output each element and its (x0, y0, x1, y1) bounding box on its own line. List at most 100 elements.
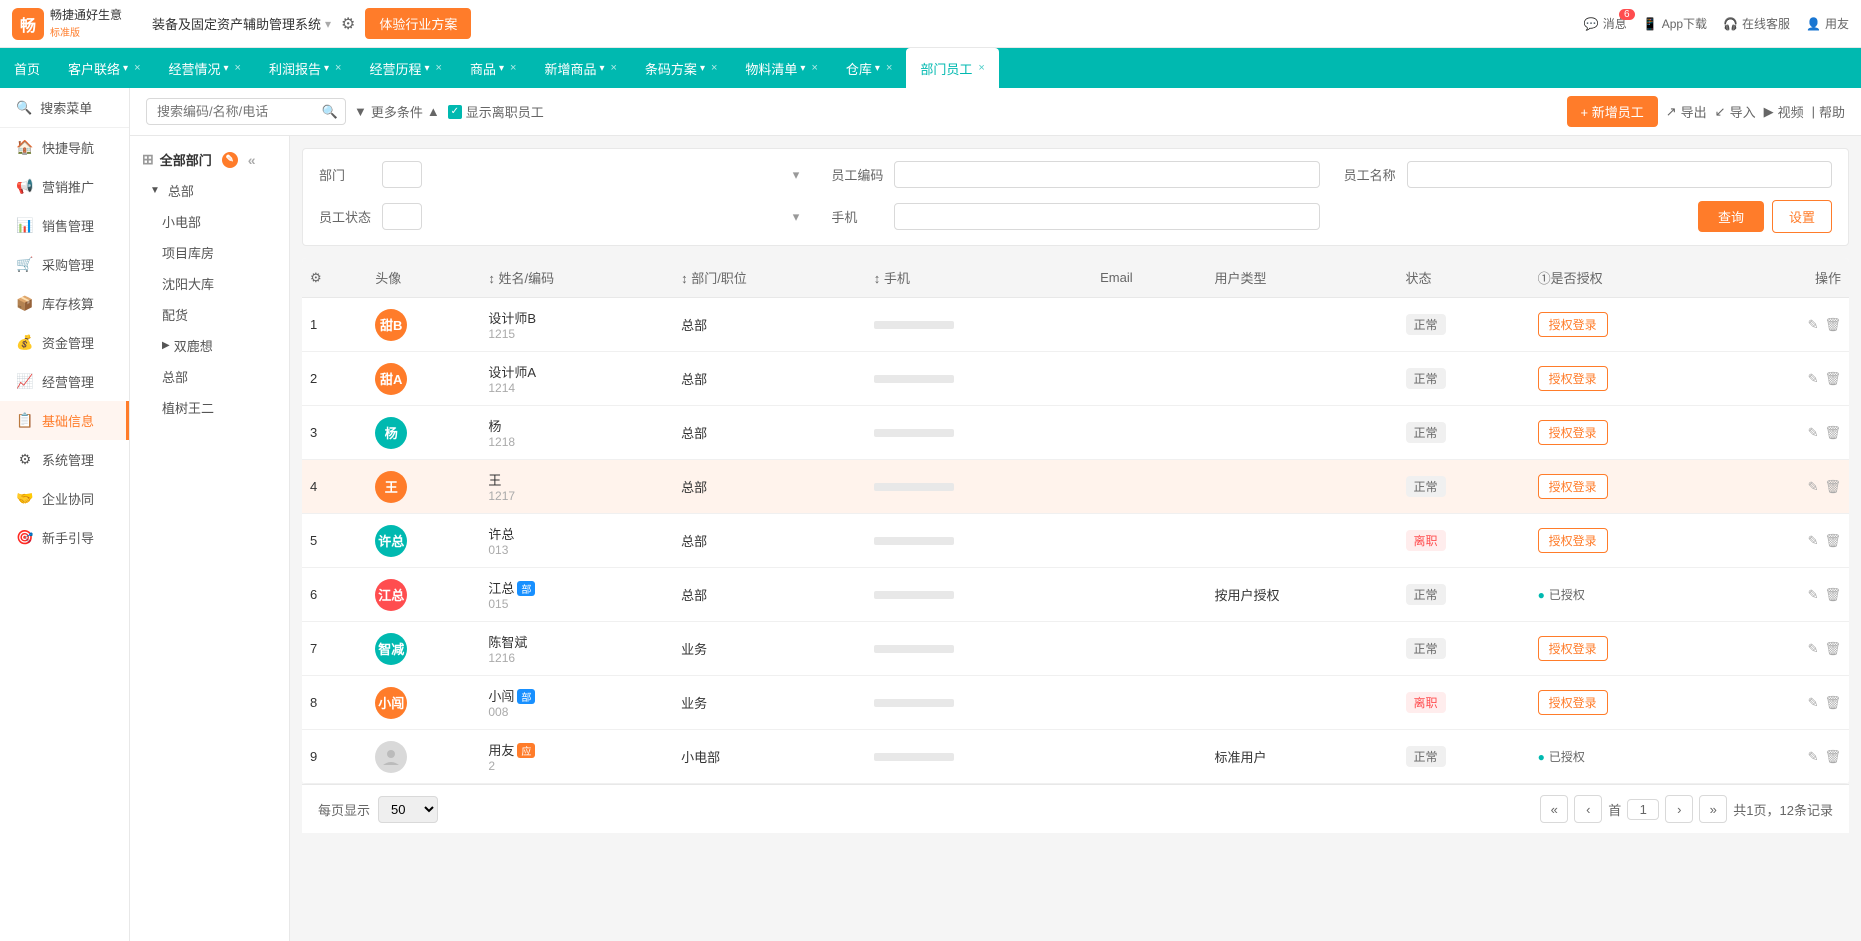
dept-collapse-icon[interactable]: « (248, 152, 256, 168)
delete-icon[interactable]: 🗑 (1824, 695, 1841, 710)
per-page-select[interactable]: 50 20 100 (378, 796, 438, 823)
delete-icon[interactable]: 🗑 (1824, 371, 1841, 386)
sidebar-item-basic-info[interactable]: 📋 基础信息 (0, 401, 129, 440)
dept-select[interactable] (382, 161, 422, 188)
search-input[interactable] (146, 98, 346, 125)
delete-icon[interactable]: 🗑 (1824, 749, 1841, 764)
nav-profit[interactable]: 利润报告▾× (255, 48, 355, 88)
prev-page-button[interactable]: ‹ (1574, 795, 1602, 823)
sidebar-item-system[interactable]: ⚙ 系统管理 (0, 440, 129, 479)
delete-icon[interactable]: 🗑 (1824, 533, 1841, 548)
nav-history[interactable]: 经营历程▾× (355, 48, 455, 88)
sidebar-item-quicknav[interactable]: 🏠 快捷导航 (0, 128, 129, 167)
dept-item-distribution[interactable]: 配货 (130, 299, 289, 330)
sidebar-item-inventory[interactable]: 📦 库存核算 (0, 284, 129, 323)
sidebar-item-finance[interactable]: 💰 资金管理 (0, 323, 129, 362)
message-button[interactable]: 💬 消息 6 (1584, 15, 1627, 32)
dept-edit-icon[interactable]: ✎ (222, 152, 238, 168)
dept-item-shuanglu[interactable]: ▶双鹿想 (130, 330, 289, 361)
view-button[interactable]: ▶ 视频 (1764, 102, 1804, 121)
status-badge: 离职 (1406, 530, 1446, 551)
col-name[interactable]: ↕ 姓名/编码 (480, 258, 673, 298)
online-service-button[interactable]: 🎧 在线客服 (1723, 15, 1790, 32)
row-action: ✎🗑 (1732, 568, 1849, 622)
gear-button[interactable]: ⚙ (341, 14, 355, 34)
auth-login-button[interactable]: 授权登录 (1538, 312, 1608, 337)
auth-login-button[interactable]: 授权登录 (1538, 528, 1608, 553)
app-download-button[interactable]: 📱 App下载 (1643, 15, 1707, 32)
sidebar-item-guide[interactable]: 🎯 新手引导 (0, 518, 129, 557)
edit-icon[interactable]: ✎ (1808, 533, 1819, 548)
nav-business[interactable]: 经营情况▾× (155, 48, 255, 88)
auth-login-button[interactable]: 授权登录 (1538, 636, 1608, 661)
delete-icon[interactable]: 🗑 (1824, 479, 1841, 494)
edit-icon[interactable]: ✎ (1808, 749, 1819, 764)
sidebar-item-marketing[interactable]: 📢 营销推广 (0, 167, 129, 206)
search-submit-icon[interactable]: 🔍 (322, 104, 338, 120)
query-button[interactable]: 查询 (1698, 201, 1764, 232)
dept-item-headquarters-root[interactable]: ▼ 总部 (130, 175, 289, 206)
delete-icon[interactable]: 🗑 (1824, 317, 1841, 332)
user-button[interactable]: 👤 用友 (1806, 15, 1849, 32)
delete-icon[interactable]: 🗑 (1824, 425, 1841, 440)
nav-bom[interactable]: 物料清单▾× (731, 48, 831, 88)
col-phone[interactable]: ↕ 手机 (866, 258, 1092, 298)
auth-login-button[interactable]: 授权登录 (1538, 366, 1608, 391)
col-dept[interactable]: ↕ 部门/职位 (673, 258, 866, 298)
phone-input[interactable] (894, 203, 1319, 230)
nav-goods[interactable]: 商品▾× (456, 48, 530, 88)
col-status: 状态 (1398, 258, 1530, 298)
sidebar-item-sales[interactable]: 📊 销售管理 (0, 206, 129, 245)
edit-icon[interactable]: ✎ (1808, 641, 1819, 656)
nav-dept-staff[interactable]: 部门员工× (906, 48, 998, 88)
nav-warehouse[interactable]: 仓库▾× (832, 48, 906, 88)
add-employee-button[interactable]: + 新增员工 (1567, 96, 1658, 127)
nav-home[interactable]: 首页 (0, 48, 54, 88)
delete-icon[interactable]: 🗑 (1824, 641, 1841, 656)
next-page-button[interactable]: › (1665, 795, 1693, 823)
help-button[interactable]: | 帮助 (1812, 102, 1845, 121)
emp-code-input[interactable] (894, 161, 1319, 188)
sidebar-search[interactable]: 🔍 搜索菜单 (0, 88, 129, 128)
nav-customer[interactable]: 客户联络▾× (54, 48, 154, 88)
auth-login-button[interactable]: 授权登录 (1538, 420, 1608, 445)
nav-barcode[interactable]: 条码方案▾× (631, 48, 731, 88)
edit-icon[interactable]: ✎ (1808, 479, 1819, 494)
import-button[interactable]: ↙ 导入 (1715, 102, 1756, 121)
emp-name-input[interactable] (1407, 161, 1832, 188)
edit-icon[interactable]: ✎ (1808, 695, 1819, 710)
auth-login-button[interactable]: 授权登录 (1538, 690, 1608, 715)
last-page-button[interactable]: » (1699, 795, 1727, 823)
current-page[interactable]: 1 (1627, 799, 1659, 820)
filter-button[interactable]: ▼ 更多条件 ▲ (354, 102, 440, 121)
row-name: 王1217 (480, 460, 673, 514)
delete-icon[interactable]: 🗑 (1824, 587, 1841, 602)
edit-icon[interactable]: ✎ (1808, 425, 1819, 440)
sys-dropdown-icon[interactable]: ▾ (325, 17, 331, 31)
dept-item-headquarters[interactable]: 总部 (130, 361, 289, 392)
dept-item-small-elec[interactable]: 小电部 (130, 206, 289, 237)
dept-item-shenyang[interactable]: 沈阳大库 (130, 268, 289, 299)
edit-icon[interactable]: ✎ (1808, 371, 1819, 386)
dept-item-zhishu[interactable]: 植树王二 (130, 392, 289, 423)
sidebar-item-management[interactable]: 📈 经营管理 (0, 362, 129, 401)
dept-tree-header[interactable]: ⊞ 全部部门 ✎ « (130, 144, 289, 175)
avatar: 许总 (375, 525, 407, 557)
sidebar-item-collab[interactable]: 🤝 企业协同 (0, 479, 129, 518)
nav-add-goods[interactable]: 新增商品▾× (530, 48, 630, 88)
table-row: 9用友应2小电部标准用户正常●已授权✎🗑 (302, 730, 1849, 784)
emp-status-select[interactable] (382, 203, 422, 230)
first-page-button[interactable]: « (1540, 795, 1568, 823)
auth-login-button[interactable]: 授权登录 (1538, 474, 1608, 499)
checkbox-show-resigned[interactable]: ✓ (448, 105, 462, 119)
sidebar-item-purchase[interactable]: 🛒 采购管理 (0, 245, 129, 284)
sys-title-area: 装备及固定资产辅助管理系统 ▾ (152, 14, 331, 33)
edit-icon[interactable]: ✎ (1808, 587, 1819, 602)
try-button[interactable]: 体验行业方案 (365, 8, 471, 39)
dept-item-project-storage[interactable]: 项目库房 (130, 237, 289, 268)
show-resigned-toggle[interactable]: ✓ 显示离职员工 (448, 102, 544, 121)
edit-icon[interactable]: ✎ (1808, 317, 1819, 332)
set-button[interactable]: 设置 (1772, 200, 1832, 233)
col-setting[interactable]: ⚙ (302, 258, 367, 298)
export-button[interactable]: ↗ 导出 (1666, 102, 1707, 121)
